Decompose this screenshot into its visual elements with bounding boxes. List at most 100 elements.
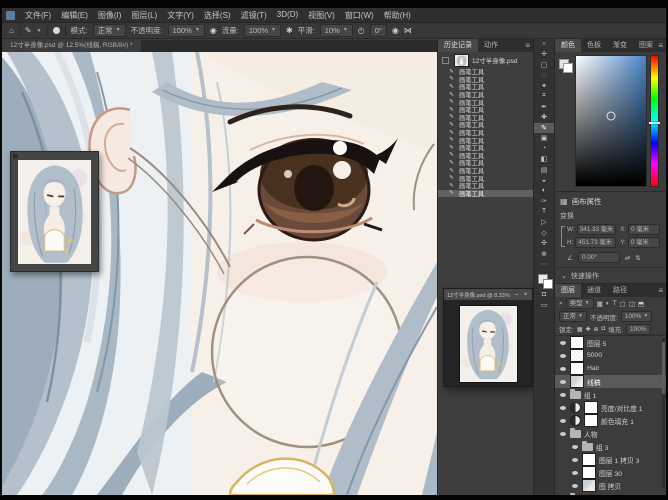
- panel-tab[interactable]: 图案: [633, 39, 659, 52]
- lock-paint-icon[interactable]: ✚: [585, 326, 590, 333]
- saturation-brightness-picker[interactable]: [575, 55, 647, 187]
- history-entry[interactable]: ✎ 画笔工具: [438, 152, 533, 160]
- angle-field[interactable]: 0.00°: [577, 252, 620, 263]
- brush-preset-icon[interactable]: ✎: [25, 26, 32, 35]
- layer-row[interactable]: 颜色填充 1: [555, 414, 666, 427]
- filter-type-icon[interactable]: T: [613, 300, 617, 307]
- history-entry[interactable]: ✎ 画笔工具: [438, 182, 533, 191]
- app-icon[interactable]: [6, 10, 15, 20]
- scrollbar-thumb[interactable]: [662, 342, 665, 394]
- layer-fill-select[interactable]: 100%: [625, 323, 651, 335]
- panel-tab[interactable]: 色板: [581, 39, 607, 52]
- visibility-eye-icon[interactable]: [558, 419, 567, 423]
- layer-row[interactable]: 5000: [555, 349, 666, 362]
- menu-item[interactable]: 编辑(E): [56, 10, 93, 21]
- quick-mask-button[interactable]: ◘: [534, 289, 554, 300]
- history-source-checkbox[interactable]: [442, 56, 449, 64]
- flip-horizontal-icon[interactable]: ⇄: [625, 254, 630, 262]
- layer-thumbnail[interactable]: [570, 336, 584, 349]
- menu-item[interactable]: 图像(I): [93, 10, 127, 21]
- tool-button[interactable]: ⋯: [534, 259, 554, 270]
- brush-tip-preview-icon[interactable]: [52, 27, 60, 34]
- panel-tab[interactable]: 渐变: [607, 39, 633, 52]
- tool-button[interactable]: ✑: [534, 196, 554, 207]
- flip-vertical-icon[interactable]: ⇅: [635, 254, 640, 262]
- layer-thumbnail[interactable]: [582, 453, 596, 466]
- layer-row[interactable]: 亮度/对比度 1: [555, 401, 666, 414]
- hue-slider-marker[interactable]: [649, 122, 660, 125]
- visibility-eye-icon[interactable]: [558, 432, 567, 436]
- history-entry[interactable]: ✎ 画笔工具: [438, 121, 533, 130]
- history-entry[interactable]: ✎ 画笔工具: [438, 98, 533, 107]
- menu-item[interactable]: 帮助(H): [379, 10, 416, 21]
- tool-button[interactable]: T: [534, 207, 554, 218]
- visibility-eye-icon[interactable]: [570, 484, 579, 488]
- tool-button[interactable]: ▢: [534, 60, 554, 71]
- layer-thumbnail[interactable]: [570, 415, 581, 426]
- tool-button[interactable]: ◧: [534, 154, 554, 165]
- pressure-size-icon[interactable]: ◉: [392, 26, 399, 35]
- panel-menu-icon[interactable]: ≡: [525, 39, 530, 52]
- layer-thumbnail[interactable]: [570, 375, 584, 388]
- lock-position-icon[interactable]: ⊕: [594, 326, 599, 333]
- layer-blend-mode-select[interactable]: 正常 ▼: [559, 311, 587, 322]
- visibility-eye-icon[interactable]: [570, 471, 579, 475]
- history-entry[interactable]: ✎ 画笔工具: [438, 106, 533, 115]
- airbrush-icon[interactable]: ✱: [286, 26, 293, 35]
- visibility-eye-icon[interactable]: [558, 354, 567, 358]
- lock-transparency-icon[interactable]: ▦: [577, 326, 583, 333]
- history-entry[interactable]: ✎ 画笔工具: [438, 144, 533, 153]
- tool-button[interactable]: ⌗: [534, 91, 554, 102]
- panel-menu-icon[interactable]: ≡: [658, 284, 663, 297]
- history-entry[interactable]: ✎ 画笔工具: [438, 83, 533, 92]
- angle-field[interactable]: 0°: [369, 24, 387, 37]
- transform-field[interactable]: H: 451.73 毫米: [567, 237, 617, 248]
- tool-button[interactable]: ◒: [534, 175, 554, 186]
- panel-tab[interactable]: 路径: [607, 284, 633, 297]
- quick-actions-row[interactable]: ⌄ 快速操作: [555, 267, 666, 284]
- symmetry-icon[interactable]: ⋈: [404, 26, 412, 35]
- tool-button[interactable]: ✣: [534, 238, 554, 249]
- history-snapshot-row[interactable]: 12寸半身像.psd: [438, 52, 533, 68]
- visibility-eye-icon[interactable]: [558, 341, 567, 345]
- layer-thumbnail[interactable]: [570, 349, 584, 362]
- filter-toggle-icon[interactable]: ⬒: [638, 300, 644, 308]
- tool-button[interactable]: ✒: [534, 102, 554, 113]
- tool-button[interactable]: ◇: [534, 228, 554, 239]
- home-icon[interactable]: ⌂: [9, 26, 14, 35]
- layer-thumbnail[interactable]: [582, 466, 596, 479]
- tool-button[interactable]: ✚: [534, 112, 554, 123]
- tool-button[interactable]: ◌: [534, 70, 554, 81]
- floating-document-window[interactable]: 12寸半身像.psd @ 8.33% – ×: [443, 288, 533, 387]
- layer-row[interactable]: 图层 30: [555, 466, 666, 479]
- transform-field[interactable]: W: 341.33 毫米: [567, 224, 617, 235]
- visibility-eye-icon[interactable]: [570, 458, 579, 462]
- visibility-eye-icon[interactable]: [558, 393, 567, 397]
- screen-mode-button[interactable]: ▭: [534, 300, 554, 311]
- filter-type-select[interactable]: 类型 ▼: [565, 298, 594, 309]
- history-entry[interactable]: ✎ 画笔工具: [438, 129, 533, 138]
- layer-row[interactable]: 人物: [555, 427, 666, 440]
- tool-button[interactable]: ✦: [534, 81, 554, 92]
- background-color-swatch[interactable]: [543, 278, 553, 289]
- panel-tab[interactable]: 图层: [555, 284, 581, 297]
- panel-menu-icon[interactable]: ≡: [658, 39, 663, 52]
- tool-button[interactable]: ▤: [534, 165, 554, 176]
- floating-window-titlebar[interactable]: 12寸半身像.psd @ 8.33% – ×: [444, 289, 532, 300]
- history-entry[interactable]: ✎ 画笔工具: [438, 76, 533, 84]
- blend-mode-select[interactable]: 正常 ▼: [92, 24, 126, 37]
- layer-thumbnail[interactable]: [570, 362, 584, 375]
- filter-shape-icon[interactable]: ▢: [620, 300, 626, 308]
- transform-field[interactable]: Y: 0 毫米: [620, 237, 660, 248]
- brush-angle-icon[interactable]: ◴: [358, 26, 365, 35]
- document-tab[interactable]: 12寸半身像.psd @ 12.5%(线稿, RGB/8#) *: [2, 40, 141, 52]
- layer-thumbnail[interactable]: [570, 427, 581, 438]
- history-entry[interactable]: ✎ 画笔工具: [438, 68, 533, 77]
- tool-button[interactable]: ✛: [534, 49, 554, 60]
- filter-smartobject-icon[interactable]: ◫: [629, 300, 635, 308]
- close-icon[interactable]: ×: [522, 292, 529, 298]
- tool-button[interactable]: ▷: [534, 217, 554, 228]
- layer-row[interactable]: 图层 5: [555, 336, 666, 349]
- menu-item[interactable]: 窗口(W): [340, 10, 379, 21]
- panel-tab[interactable]: 通道: [581, 284, 607, 297]
